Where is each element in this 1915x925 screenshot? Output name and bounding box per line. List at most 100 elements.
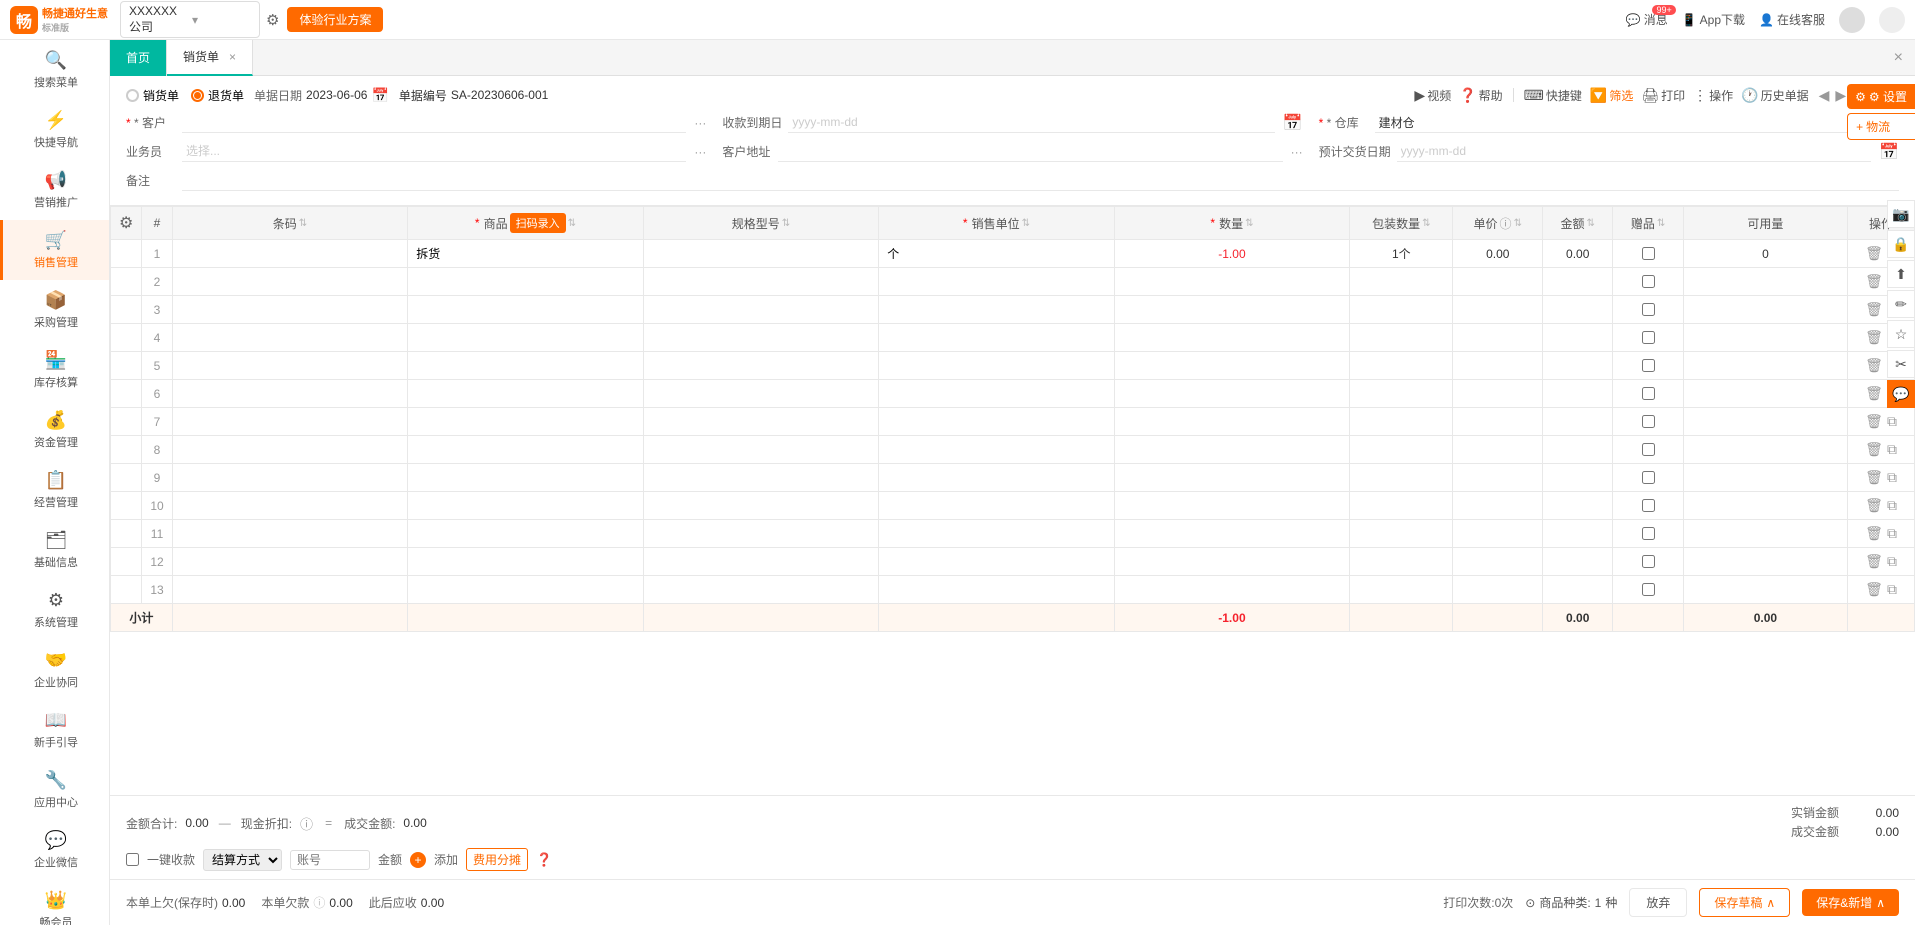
fee-method-btn[interactable]: 费用分摊: [466, 848, 528, 871]
row-product[interactable]: [408, 492, 644, 520]
row-pkg-qty[interactable]: [1350, 380, 1453, 408]
gift-checkbox[interactable]: [1642, 415, 1655, 428]
row-pkg-qty[interactable]: [1350, 268, 1453, 296]
row-product[interactable]: [408, 436, 644, 464]
side-action-edit[interactable]: ✏: [1887, 290, 1915, 318]
row-amount[interactable]: [1543, 324, 1613, 352]
address-dots[interactable]: ···: [1291, 145, 1303, 159]
row-product[interactable]: [408, 296, 644, 324]
row-gift[interactable]: [1613, 380, 1683, 408]
save-draft-btn[interactable]: 保存草稿 ∧: [1699, 888, 1790, 917]
row-price[interactable]: [1453, 352, 1543, 380]
row-barcode[interactable]: [172, 548, 408, 576]
sn-value[interactable]: SA-20230606-001: [451, 88, 548, 102]
row-pkg-qty[interactable]: [1350, 408, 1453, 436]
th-settings[interactable]: ⚙: [111, 207, 142, 240]
row-qty[interactable]: [1114, 268, 1350, 296]
row-qty[interactable]: [1114, 548, 1350, 576]
barcode-input[interactable]: [181, 471, 400, 485]
row-barcode[interactable]: [172, 408, 408, 436]
row-barcode[interactable]: [172, 492, 408, 520]
side-action-star[interactable]: ☆: [1887, 320, 1915, 348]
row-price[interactable]: [1453, 408, 1543, 436]
spec-input[interactable]: [652, 499, 871, 513]
gift-checkbox[interactable]: [1642, 527, 1655, 540]
add-btn[interactable]: +: [410, 852, 426, 868]
qty-input[interactable]: [1123, 275, 1342, 289]
delete-row-btn[interactable]: 🗑: [1865, 553, 1883, 570]
barcode-input[interactable]: [181, 247, 400, 261]
sidebar-item-sales[interactable]: 🛒 销售管理: [0, 220, 109, 280]
delete-row-btn[interactable]: 🗑: [1865, 469, 1883, 486]
unit-input[interactable]: [887, 331, 1106, 345]
sidebar-item-marketing[interactable]: 📢 营销推广: [0, 160, 109, 220]
qty-input[interactable]: [1123, 583, 1342, 597]
row-amount[interactable]: [1543, 492, 1613, 520]
gift-checkbox[interactable]: [1642, 443, 1655, 456]
row-unit[interactable]: [879, 296, 1115, 324]
barcode-input[interactable]: [181, 275, 400, 289]
row-barcode[interactable]: [172, 436, 408, 464]
barcode-input[interactable]: [181, 555, 400, 569]
sort-icon-price[interactable]: ⇅: [1514, 218, 1522, 229]
payment-date-input[interactable]: [788, 112, 1274, 133]
row-barcode[interactable]: [172, 576, 408, 604]
gift-checkbox[interactable]: [1642, 555, 1655, 568]
sidebar-item-finance[interactable]: 💰 资金管理: [0, 400, 109, 460]
date-value[interactable]: 2023-06-06: [306, 88, 367, 102]
copy-row-btn[interactable]: ⧉: [1887, 525, 1897, 542]
row-product[interactable]: [408, 324, 644, 352]
delete-row-btn[interactable]: 🗑: [1865, 441, 1883, 458]
delete-row-btn[interactable]: 🗑: [1865, 413, 1883, 430]
sort-icon-pkg-qty[interactable]: ⇅: [1422, 218, 1430, 229]
message-btn[interactable]: 💬 消息 99+: [1626, 11, 1668, 28]
row-barcode[interactable]: [172, 268, 408, 296]
row-spec[interactable]: [643, 268, 879, 296]
spec-input[interactable]: [652, 471, 871, 485]
row-price[interactable]: [1453, 436, 1543, 464]
sort-icon-spec[interactable]: ⇅: [782, 218, 790, 229]
spec-input[interactable]: [652, 387, 871, 401]
spec-input[interactable]: [652, 415, 871, 429]
row-product[interactable]: [408, 268, 644, 296]
product-input[interactable]: [416, 387, 635, 401]
unit-input[interactable]: [887, 415, 1106, 429]
row-amount[interactable]: 0.00: [1543, 240, 1613, 268]
sort-icon-barcode[interactable]: ⇅: [299, 218, 307, 229]
row-spec[interactable]: [643, 436, 879, 464]
row-pkg-qty[interactable]: [1350, 548, 1453, 576]
barcode-input[interactable]: [181, 359, 400, 373]
sidebar-item-app-center[interactable]: 🔧 应用中心: [0, 760, 109, 820]
note-input[interactable]: [182, 170, 1899, 191]
qty-input[interactable]: [1123, 527, 1342, 541]
action-btn[interactable]: ⋮ 操作: [1693, 87, 1733, 104]
unit-input[interactable]: [887, 527, 1106, 541]
row-gift[interactable]: [1613, 352, 1683, 380]
unit-input[interactable]: [887, 275, 1106, 289]
side-action-camera[interactable]: 📷: [1887, 200, 1915, 228]
row-price[interactable]: [1453, 324, 1543, 352]
row-barcode[interactable]: [172, 352, 408, 380]
side-action-scissor[interactable]: ✂: [1887, 350, 1915, 378]
row-gift[interactable]: [1613, 520, 1683, 548]
row-qty[interactable]: [1114, 380, 1350, 408]
row-unit[interactable]: [879, 520, 1115, 548]
user-avatar2[interactable]: [1879, 7, 1905, 33]
row-pkg-qty[interactable]: [1350, 492, 1453, 520]
row-gift[interactable]: [1613, 576, 1683, 604]
history-btn[interactable]: 🕐 历史单据: [1741, 87, 1808, 104]
row-unit[interactable]: [879, 324, 1115, 352]
row-qty[interactable]: [1114, 464, 1350, 492]
video-btn[interactable]: ▶ 视频: [1414, 87, 1451, 104]
row-product[interactable]: [408, 240, 644, 268]
calendar-icon[interactable]: 📅: [371, 87, 388, 104]
salesman-dots[interactable]: ···: [694, 145, 706, 159]
product-input[interactable]: [416, 443, 635, 457]
spec-input[interactable]: [652, 443, 871, 457]
row-barcode[interactable]: [172, 520, 408, 548]
settings-gear-icon[interactable]: ⚙: [266, 11, 279, 29]
row-product[interactable]: [408, 408, 644, 436]
copy-row-btn[interactable]: ⧉: [1887, 553, 1897, 570]
row-spec[interactable]: [643, 408, 879, 436]
fee-help-icon[interactable]: ❓: [536, 852, 552, 868]
